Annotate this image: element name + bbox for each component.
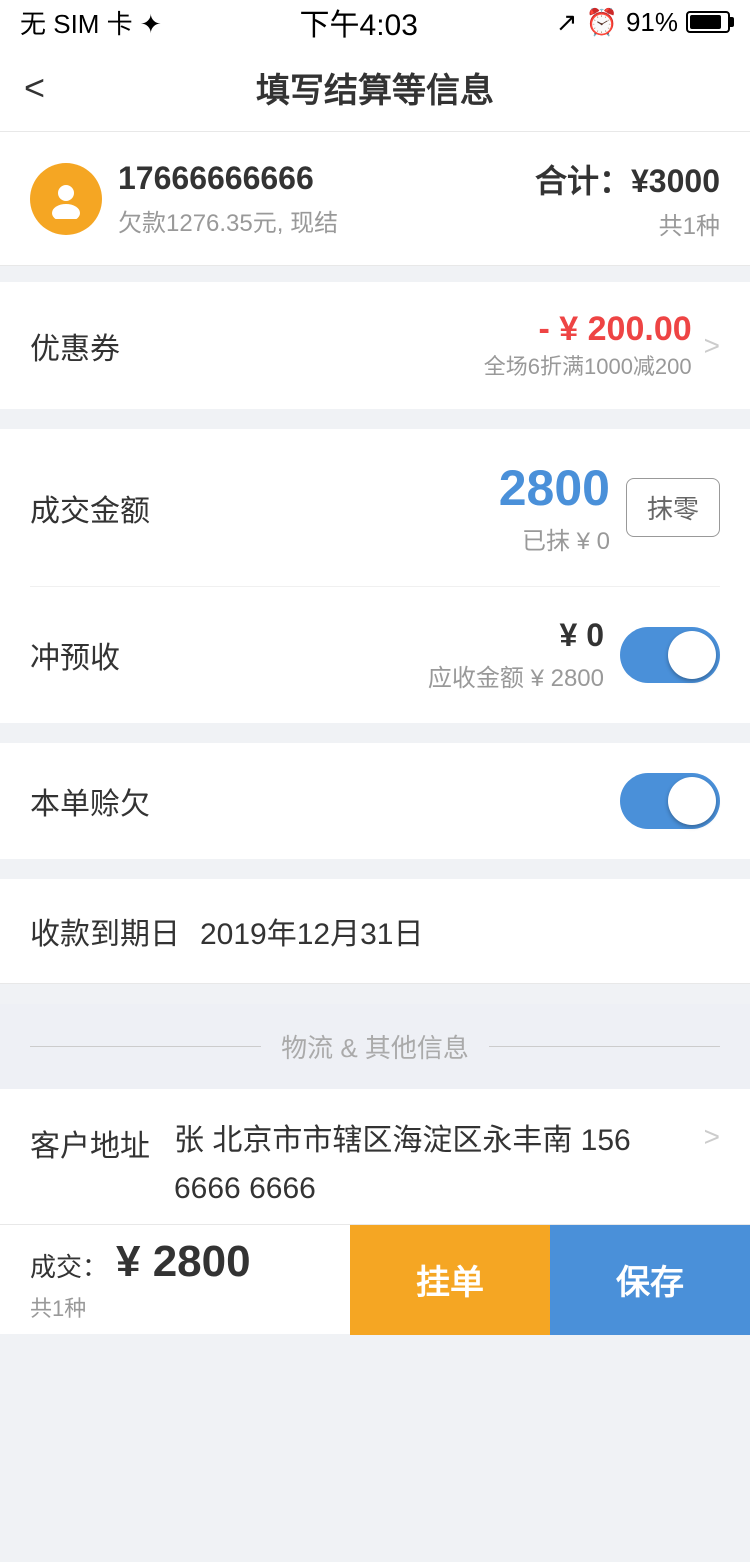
alarm-icon: ⏰ bbox=[586, 7, 618, 38]
logistics-divider-text: 物流 & 其他信息 bbox=[281, 1028, 469, 1065]
due-date-label: 收款到期日 bbox=[30, 909, 180, 953]
coupon-row[interactable]: 优惠券 - ¥ 200.00 全场6折满1000减200 > bbox=[0, 282, 750, 409]
status-bar: 无 SIM 卡 ✦ 下午4:03 ↗ ⏰ 91% bbox=[0, 0, 750, 44]
total-amount: 合计：¥3000 bbox=[535, 156, 720, 202]
bottom-summary-top: 成交： ¥ 2800 bbox=[30, 1237, 320, 1287]
bottom-summary-count: 共1种 bbox=[30, 1291, 320, 1323]
customer-left: 17666666666 欠款1276.35元, 现结 bbox=[30, 160, 338, 238]
deal-amount-label: 成交金额 bbox=[30, 486, 150, 530]
coupon-arrow-icon: > bbox=[704, 330, 720, 362]
due-date-row: 收款到期日 2019年12月31日 bbox=[0, 879, 750, 984]
address-content: 张 北京市市辖区海淀区永丰南 156 6666 6666 bbox=[174, 1117, 680, 1213]
customer-phone: 17666666666 bbox=[118, 160, 338, 197]
deal-amount-sub: 已抹 ¥ 0 bbox=[499, 521, 610, 556]
customer-debt: 欠款1276.35元, 现结 bbox=[118, 203, 338, 238]
coupon-label: 优惠券 bbox=[30, 324, 120, 368]
deal-amount-col: 2800 已抹 ¥ 0 bbox=[499, 459, 610, 556]
deal-amount-row: 成交金额 2800 已抹 ¥ 0 抹零 bbox=[30, 429, 720, 587]
customer-info: 17666666666 欠款1276.35元, 现结 bbox=[118, 160, 338, 238]
section-divider-2 bbox=[0, 723, 750, 743]
form-section-payment: 成交金额 2800 已抹 ¥ 0 抹零 冲预收 ¥ 0 应收金额 ¥ 2800 bbox=[0, 429, 750, 723]
credit-order-label: 本单赊欠 bbox=[30, 779, 150, 823]
customer-right: 合计：¥3000 共1种 bbox=[535, 156, 720, 241]
save-button[interactable]: 保存 bbox=[550, 1225, 750, 1335]
content-area: 17666666666 欠款1276.35元, 现结 合计：¥3000 共1种 … bbox=[0, 132, 750, 1562]
bottom-bar: 成交： ¥ 2800 共1种 挂单 保存 bbox=[0, 1224, 750, 1334]
nav-bar: < 填写结算等信息 bbox=[0, 44, 750, 132]
toggle-knob bbox=[668, 631, 716, 679]
prepayment-receivable: 应收金额 ¥ 2800 bbox=[428, 658, 604, 693]
direction-icon: ↗ bbox=[556, 7, 578, 38]
hang-button[interactable]: 挂单 bbox=[350, 1225, 550, 1335]
address-row[interactable]: 客户地址 张 北京市市辖区海淀区永丰南 156 6666 6666 > bbox=[0, 1089, 750, 1242]
coupon-right: - ¥ 200.00 全场6折满1000减200 > bbox=[484, 310, 720, 381]
section-divider-1 bbox=[0, 409, 750, 429]
form-section-credit: 本单赊欠 bbox=[0, 743, 750, 859]
section-divider-3 bbox=[0, 859, 750, 879]
section-divider-4 bbox=[0, 984, 750, 1004]
divider-line-right bbox=[489, 1046, 720, 1047]
credit-order-row: 本单赊欠 bbox=[30, 743, 720, 859]
deal-amount-right: 2800 已抹 ¥ 0 抹零 bbox=[499, 459, 720, 556]
prepayment-row: 冲预收 ¥ 0 应收金额 ¥ 2800 bbox=[30, 587, 720, 723]
divider-line-left bbox=[30, 1046, 261, 1047]
sim-label: 无 SIM 卡 ✦ bbox=[20, 4, 162, 41]
address-label: 客户地址 bbox=[30, 1117, 150, 1165]
page-title: 填写结算等信息 bbox=[256, 63, 494, 112]
battery-label: 91% bbox=[626, 7, 678, 38]
coupon-description: 全场6折满1000减200 bbox=[484, 349, 692, 381]
avatar bbox=[30, 163, 102, 235]
status-left: 无 SIM 卡 ✦ bbox=[20, 4, 162, 41]
prepayment-toggle[interactable] bbox=[620, 627, 720, 683]
battery-icon bbox=[686, 11, 730, 33]
round-zero-button[interactable]: 抹零 bbox=[626, 478, 720, 537]
prepayment-label: 冲预收 bbox=[30, 633, 150, 677]
bottom-summary-amount: ¥ 2800 bbox=[116, 1237, 251, 1287]
credit-order-toggle[interactable] bbox=[620, 773, 720, 829]
customer-card: 17666666666 欠款1276.35元, 现结 合计：¥3000 共1种 bbox=[0, 132, 750, 266]
coupon-discount: - ¥ 200.00 bbox=[484, 310, 692, 349]
total-count: 共1种 bbox=[535, 206, 720, 241]
back-button[interactable]: < bbox=[24, 67, 45, 109]
logistics-divider: 物流 & 其他信息 bbox=[0, 1004, 750, 1089]
status-right: ↗ ⏰ 91% bbox=[556, 7, 730, 38]
deal-amount-value: 2800 bbox=[499, 459, 610, 517]
address-value: 张 北京市市辖区海淀区永丰南 156 6666 6666 bbox=[174, 1124, 631, 1205]
status-time: 下午4:03 bbox=[300, 0, 418, 44]
address-arrow-icon: > bbox=[704, 1117, 720, 1153]
prepayment-info: ¥ 0 应收金额 ¥ 2800 bbox=[428, 617, 604, 693]
bottom-summary-label: 成交： bbox=[30, 1247, 108, 1284]
due-date-value: 2019年12月31日 bbox=[200, 909, 423, 953]
prepayment-right: ¥ 0 应收金额 ¥ 2800 bbox=[428, 617, 720, 693]
credit-order-right bbox=[620, 773, 720, 829]
prepayment-amount: ¥ 0 bbox=[428, 617, 604, 654]
bottom-summary: 成交： ¥ 2800 共1种 bbox=[0, 1237, 350, 1323]
credit-toggle-knob bbox=[668, 777, 716, 825]
